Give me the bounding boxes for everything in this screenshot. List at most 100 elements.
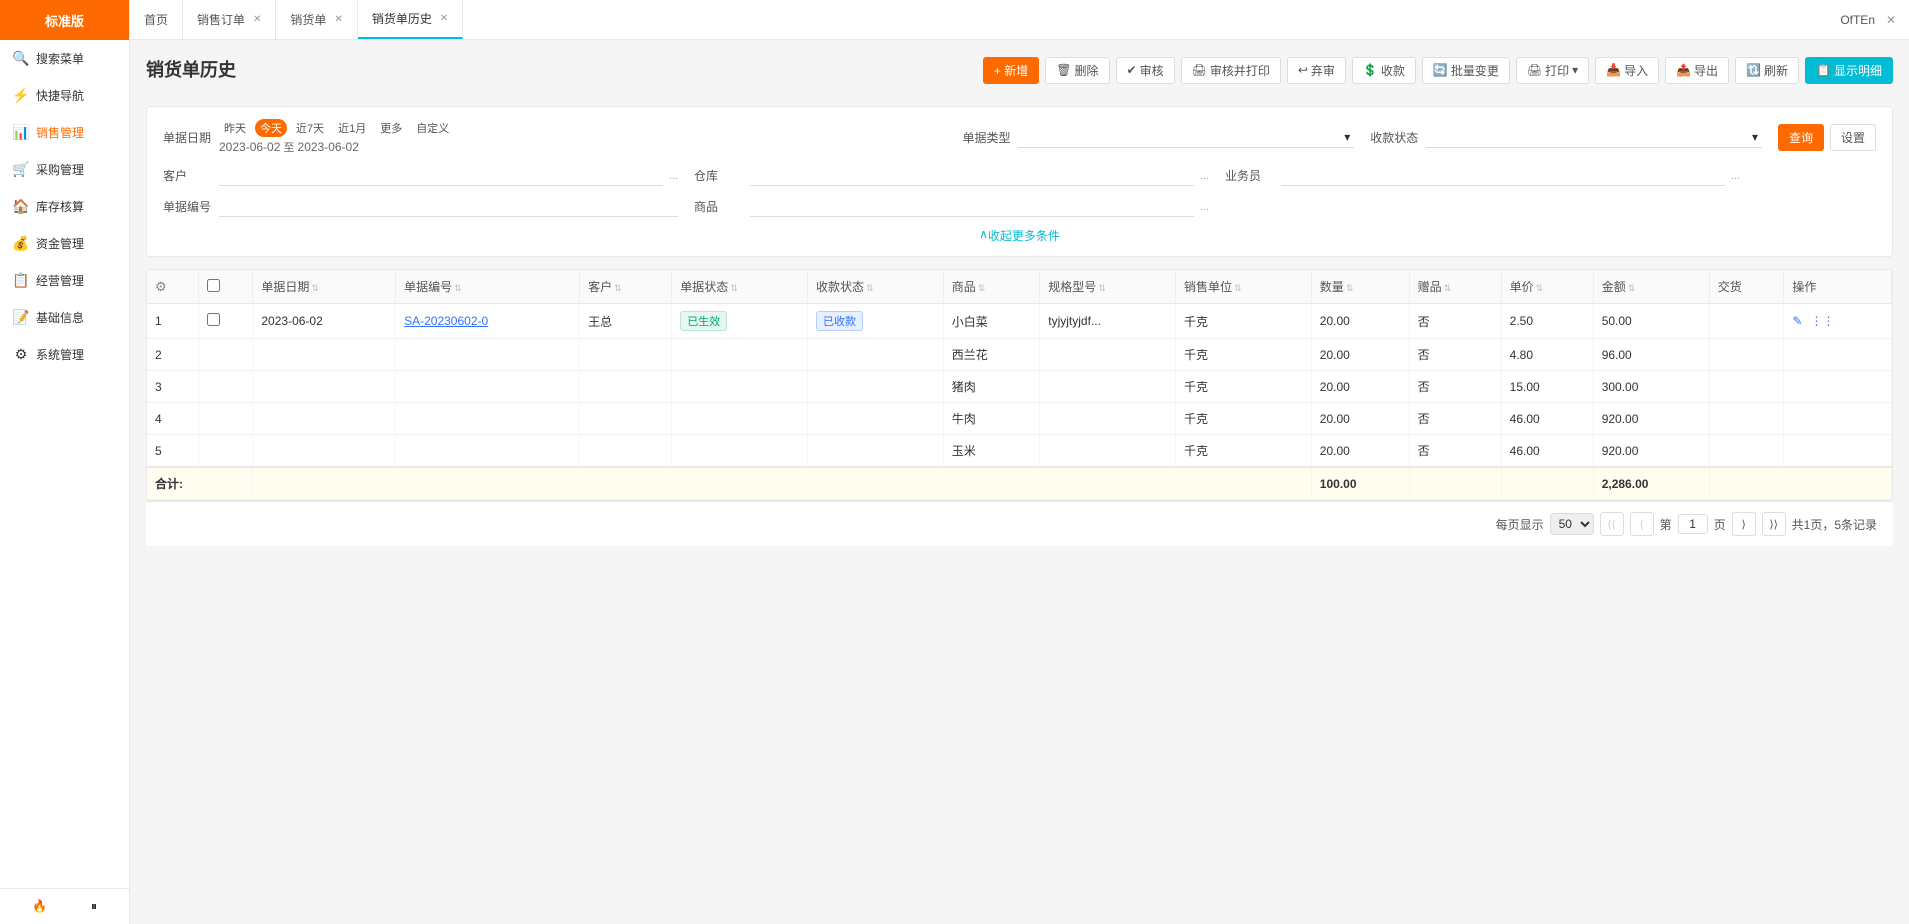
col-doc-status[interactable]: 单据状态⇅ (672, 270, 808, 304)
customer-input[interactable] (219, 165, 663, 186)
payment-status-sort-icon: ⇅ (866, 283, 874, 293)
col-doc-no[interactable]: 单据编号⇅ (396, 270, 580, 304)
last-page-button[interactable]: ⟩⟩ (1762, 512, 1786, 536)
col-price[interactable]: 单价⇅ (1501, 270, 1593, 304)
collect-button[interactable]: 💲 收款 (1352, 57, 1416, 84)
col-settings[interactable]: ⚙ (147, 270, 198, 304)
col-payment-status[interactable]: 收款状态⇅ (807, 270, 943, 304)
col-spec[interactable]: 规格型号⇅ (1040, 270, 1176, 304)
table-settings-icon[interactable]: ⚙ (155, 279, 167, 294)
col-amount[interactable]: 金额⇅ (1593, 270, 1709, 304)
row-payment-status (807, 403, 943, 435)
audit-print-button[interactable]: 🖨 审核并打印 (1181, 57, 1281, 84)
sidebar-bottom-icon2[interactable]: ⏸ (91, 899, 97, 914)
window-close-button[interactable]: ✕ (1883, 12, 1899, 28)
sidebar-item-sales-mgmt[interactable]: 📊 销售管理 (0, 114, 129, 151)
doc-number-input[interactable] (219, 196, 678, 217)
row-customer (580, 339, 672, 371)
tab-sales-order[interactable]: 销售订单 ✕ (183, 0, 276, 39)
row-checkbox[interactable] (198, 304, 253, 339)
pagination: 每页显示 50 ⟨⟨ ⟨ 第 页 ⟩ ⟩⟩ 共1页，5条记录 (146, 501, 1893, 546)
col-checkbox[interactable] (198, 270, 253, 304)
collect-label: 收款 (1381, 62, 1405, 79)
abandon-button[interactable]: ↩ 弃审 (1287, 57, 1346, 84)
goods-ellipsis[interactable]: ... (1200, 201, 1209, 213)
page-size-select[interactable]: 50 (1550, 513, 1594, 535)
print-button[interactable]: 🖨 打印 ▾ (1516, 57, 1589, 84)
next-page-button[interactable]: ⟩ (1732, 512, 1756, 536)
col-customer[interactable]: 客户⇅ (580, 270, 672, 304)
prev-page-button[interactable]: ⟨ (1630, 512, 1654, 536)
collapse-toggle[interactable]: ∧ 收起更多条件 (163, 227, 1876, 244)
first-page-button[interactable]: ⟨⟨ (1600, 512, 1624, 536)
page-number-input[interactable] (1678, 514, 1708, 534)
audit-icon: ✔ (1127, 63, 1137, 77)
date-tag-custom[interactable]: 自定义 (411, 119, 454, 137)
sidebar-bottom-icon1[interactable]: 🔥 (32, 899, 47, 914)
tab-sales-order-close[interactable]: ✕ (253, 14, 261, 25)
select-all-checkbox[interactable] (207, 279, 220, 292)
sidebar-item-ops-mgmt[interactable]: 📋 经营管理 (0, 262, 129, 299)
customer-ellipsis[interactable]: ... (669, 170, 678, 182)
row-delivery (1709, 339, 1784, 371)
sidebar-item-basic-info[interactable]: 📝 基础信息 (0, 299, 129, 336)
tab-sales-delivery[interactable]: 销货单 ✕ (276, 0, 357, 39)
table-body: 1 2023-06-02 SA-20230602-0 王总 已生效 已收款 小白… (147, 304, 1892, 468)
import-button[interactable]: 📥 导入 (1595, 57, 1659, 84)
show-detail-button[interactable]: 📋 显示明细 (1805, 57, 1893, 84)
more-action-icon[interactable]: ⋮⋮ (1810, 314, 1834, 328)
row-checkbox[interactable] (198, 339, 253, 371)
goods-input[interactable] (750, 196, 1194, 217)
query-button[interactable]: 查询 (1778, 124, 1824, 151)
tab-sales-delivery-close[interactable]: ✕ (334, 14, 342, 25)
audit-button[interactable]: ✔ 审核 (1116, 57, 1175, 84)
col-gift[interactable]: 赠品⇅ (1409, 270, 1501, 304)
date-tags-group: 昨天 今天 近7天 近1月 更多 自定义 2023-06-02 至 2023-0… (219, 119, 454, 155)
delete-button[interactable]: 🗑 删除 (1045, 57, 1109, 84)
sidebar-item-finance-mgmt[interactable]: 💰 资金管理 (0, 225, 129, 262)
row-doc-no (396, 339, 580, 371)
goods-label: 商品 (694, 198, 744, 215)
tab-sales-history-close[interactable]: ✕ (440, 13, 448, 24)
row-checkbox[interactable] (198, 435, 253, 468)
warehouse-ellipsis[interactable]: ... (1200, 170, 1209, 182)
doc-no-link[interactable]: SA-20230602-0 (404, 314, 488, 328)
warehouse-input[interactable] (750, 165, 1194, 186)
salesperson-ellipsis[interactable]: ... (1731, 170, 1740, 182)
col-qty[interactable]: 数量⇅ (1311, 270, 1409, 304)
sidebar-item-purchase-mgmt[interactable]: 🛒 采购管理 (0, 151, 129, 188)
row-doc-status (672, 371, 808, 403)
sidebar-item-quick-nav[interactable]: ⚡ 快捷导航 (0, 77, 129, 114)
edit-action-icon[interactable]: ✎ (1792, 314, 1802, 328)
col-unit[interactable]: 销售单位⇅ (1176, 270, 1312, 304)
date-tag-1month[interactable]: 近1月 (333, 119, 371, 137)
row-doc-date (253, 371, 396, 403)
refresh-button[interactable]: 🔃 刷新 (1735, 57, 1799, 84)
row-amount: 920.00 (1593, 403, 1709, 435)
row-checkbox[interactable] (198, 371, 253, 403)
sys-mgmt-icon: ⚙ (12, 346, 30, 363)
col-goods[interactable]: 商品⇅ (943, 270, 1040, 304)
export-button[interactable]: 📤 导出 (1665, 57, 1729, 84)
row-checkbox[interactable] (198, 403, 253, 435)
row-amount: 920.00 (1593, 435, 1709, 468)
sidebar-item-search-menu[interactable]: 🔍 搜索菜单 (0, 40, 129, 77)
salesperson-input[interactable] (1281, 165, 1725, 186)
batch-change-button[interactable]: 🔄 批量变更 (1422, 57, 1510, 84)
sidebar-item-sys-mgmt[interactable]: ⚙ 系统管理 (0, 336, 129, 373)
date-tag-today[interactable]: 今天 (255, 119, 287, 137)
import-label: 导入 (1624, 62, 1648, 79)
tab-sales-history[interactable]: 销货单历史 ✕ (358, 0, 463, 39)
settings-button[interactable]: 设置 (1830, 124, 1876, 151)
date-tag-yesterday[interactable]: 昨天 (219, 119, 251, 137)
date-tag-more[interactable]: 更多 (375, 119, 407, 137)
doc-type-select[interactable]: ▾ (1018, 127, 1354, 148)
sidebar-item-inventory[interactable]: 🏠 库存核算 (0, 188, 129, 225)
new-button[interactable]: + 新增 (983, 57, 1039, 84)
col-doc-date[interactable]: 单据日期⇅ (253, 270, 396, 304)
row-spec (1040, 435, 1176, 468)
tab-home[interactable]: 首页 (130, 0, 183, 39)
date-tag-7days[interactable]: 近7天 (291, 119, 329, 137)
tab-sales-order-label: 销售订单 (197, 11, 245, 28)
payment-status-select[interactable]: ▾ (1426, 127, 1762, 148)
